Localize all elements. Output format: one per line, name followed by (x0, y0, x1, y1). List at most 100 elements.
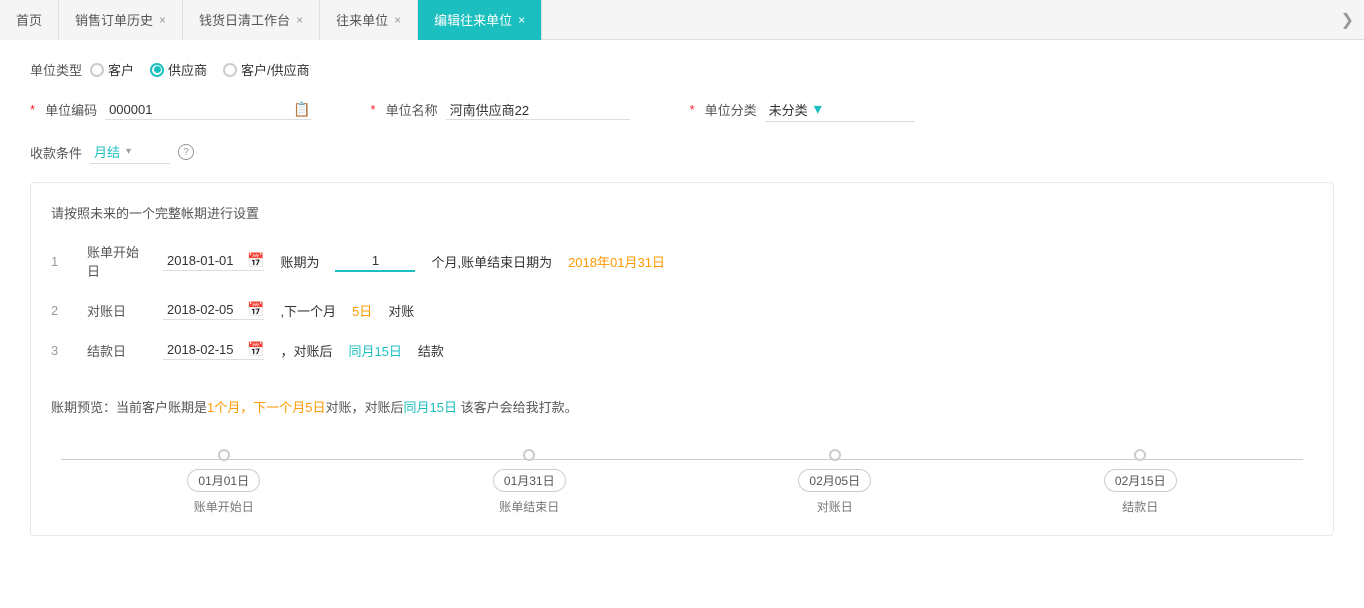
timeline-item-2: 02月05日 对账日 (682, 449, 988, 515)
preview-mid: 下一个月5日 (253, 400, 325, 415)
row-1-calendar-icon[interactable]: 📅 (247, 252, 264, 269)
tab-bar: 首页 销售订单历史 × 钱货日清工作台 × 往来单位 × 编辑往来单位 × ❯ (0, 0, 1364, 40)
timeline-sublabel-1: 账单结束日 (499, 498, 559, 515)
row-2-date-input[interactable] (163, 300, 243, 319)
row-2-num: 2 (51, 303, 71, 318)
close-cash-work-icon[interactable]: × (296, 13, 303, 27)
preview-period: 1个月， (207, 400, 253, 415)
class-dropdown-arrow: ▾ (814, 99, 822, 119)
preview-section: 账期预览：当前客户账期是1个月，下一个月5日对账，对账后同月15日 该客户会给我… (51, 380, 1313, 515)
unit-class-label: 单位分类 (705, 100, 757, 119)
timeline-item-0: 01月01日 账单开始日 (71, 449, 377, 515)
row-3-highlight: 同月15日 (348, 341, 401, 360)
timeline-dot-1 (523, 449, 535, 461)
row-2-label: 对账日 (87, 301, 147, 320)
row-1-date-wrapper: 📅 (163, 251, 264, 271)
timeline-badge-0: 01月01日 (187, 469, 260, 492)
close-sales-history-icon[interactable]: × (159, 13, 166, 27)
row-2-date-wrapper: 📅 (163, 300, 264, 320)
unit-type-label: 单位类型 (30, 60, 82, 79)
tab-home-label: 首页 (16, 10, 42, 29)
row-1-suffix-before: 账期为 (280, 252, 319, 271)
preview-label: 账期预览：当前客户账期是 (51, 400, 207, 415)
row-1-suffix-after: 个月,账单结束日期为 (431, 252, 552, 271)
setting-row-2: 2 对账日 📅 ,下一个月5日 对账 (51, 300, 1313, 320)
class-required-star: * (690, 102, 695, 117)
period-input[interactable] (335, 251, 415, 272)
timeline-item-3: 02月15日 结款日 (988, 449, 1294, 515)
tab-cash-work-label: 钱货日清工作台 (199, 10, 290, 29)
preview-mid2: 对账，对账后 (325, 400, 403, 415)
radio-both[interactable]: 客户/供应商 (223, 60, 310, 79)
content-area: 单位类型 客户 供应商 客户/供应商 * 单位编码 (0, 40, 1364, 608)
unit-class-value: 未分类 (769, 100, 808, 119)
timeline: 01月01日 账单开始日 01月31日 账单结束日 02月05日 对账日 (71, 439, 1293, 515)
timeline-container: 01月01日 账单开始日 01月31日 账单结束日 02月05日 对账日 (51, 439, 1313, 515)
unit-code-input[interactable] (105, 100, 289, 119)
preview-tail: 该客户会给我打款。 (461, 400, 578, 415)
tab-edit-partner[interactable]: 编辑往来单位 × (418, 0, 542, 40)
tab-sales-history[interactable]: 销售订单历史 × (59, 0, 183, 40)
preview-end: 同月15日 (404, 400, 457, 415)
settings-panel: 请按照未来的一个完整帐期进行设置 1 账单开始日 📅 账期为 个月,账单结束日期… (30, 182, 1334, 536)
timeline-item-1: 01月31日 账单结束日 (377, 449, 683, 515)
payment-select[interactable]: 月结 ▾ (90, 140, 170, 164)
radio-both-circle (223, 63, 237, 77)
row-2-calendar-icon[interactable]: 📅 (247, 301, 264, 318)
tab-expand-icon[interactable]: ❯ (1331, 10, 1364, 30)
row-1-num: 1 (51, 254, 71, 269)
unit-code-book-icon[interactable]: 📋 (293, 101, 310, 118)
name-required-star: * (371, 102, 376, 117)
row-2-suffix: 对账 (388, 301, 414, 320)
radio-customer[interactable]: 客户 (90, 60, 134, 79)
payment-label: 收款条件 (30, 143, 82, 162)
timeline-dot-2 (829, 449, 841, 461)
row-3-prefix: ，对账后 (280, 341, 332, 360)
unit-name-input[interactable] (446, 100, 630, 120)
tab-home[interactable]: 首页 (0, 0, 59, 40)
tab-partner-label: 往来单位 (336, 10, 388, 29)
row-3-num: 3 (51, 343, 71, 358)
radio-both-label: 客户/供应商 (241, 60, 310, 79)
radio-supplier[interactable]: 供应商 (150, 60, 207, 79)
setting-row-3: 3 结款日 📅 ，对账后 同月15日 结款 (51, 340, 1313, 360)
row-3-date-wrapper: 📅 (163, 340, 264, 360)
payment-group: 收款条件 月结 ▾ ? (30, 140, 194, 164)
unit-type-group: 单位类型 客户 供应商 客户/供应商 (30, 60, 310, 79)
tab-edit-partner-label: 编辑往来单位 (434, 10, 512, 29)
close-partner-icon[interactable]: × (394, 13, 401, 27)
payment-dropdown-arrow: ▾ (126, 146, 131, 157)
row-2-prefix: ,下一个月 (280, 301, 336, 320)
close-edit-partner-icon[interactable]: × (518, 13, 525, 27)
timeline-badge-3: 02月15日 (1104, 469, 1177, 492)
radio-group: 客户 供应商 客户/供应商 (90, 60, 310, 79)
unit-type-row: 单位类型 客户 供应商 客户/供应商 (30, 60, 1334, 79)
timeline-sublabel-3: 结款日 (1122, 498, 1158, 515)
row-3-date-input[interactable] (163, 340, 243, 359)
row-3-suffix: 结款 (418, 341, 444, 360)
code-name-row: * 单位编码 📋 * 单位名称 * 单位分类 未分类 ▾ (30, 97, 1334, 122)
row-1-label: 账单开始日 (87, 242, 147, 280)
tab-partner[interactable]: 往来单位 × (320, 0, 418, 40)
row-3-calendar-icon[interactable]: 📅 (247, 341, 264, 358)
unit-code-group: * 单位编码 📋 (30, 100, 311, 120)
timeline-sublabel-2: 对账日 (817, 498, 853, 515)
row-1-highlight-date: 2018年01月31日 (568, 252, 665, 271)
tab-cash-work[interactable]: 钱货日清工作台 × (183, 0, 320, 40)
unit-class-select[interactable]: 未分类 ▾ (765, 97, 915, 122)
payment-row: 收款条件 月结 ▾ ? (30, 140, 1334, 164)
unit-name-group: * 单位名称 (371, 100, 630, 120)
radio-supplier-label: 供应商 (168, 60, 207, 79)
row-1-date-input[interactable] (163, 251, 243, 270)
row-3-label: 结款日 (87, 341, 147, 360)
timeline-badge-2: 02月05日 (798, 469, 871, 492)
unit-code-input-wrapper: 📋 (105, 100, 310, 120)
unit-name-label: 单位名称 (386, 100, 438, 119)
code-required-star: * (30, 102, 35, 117)
panel-title: 请按照未来的一个完整帐期进行设置 (51, 203, 1313, 222)
tab-sales-history-label: 销售订单历史 (75, 10, 153, 29)
unit-class-group: * 单位分类 未分类 ▾ (690, 97, 915, 122)
radio-customer-label: 客户 (108, 60, 134, 79)
preview-text: 账期预览：当前客户账期是1个月，下一个月5日对账，对账后同月15日 该客户会给我… (51, 396, 1313, 419)
payment-help-icon[interactable]: ? (178, 144, 194, 160)
